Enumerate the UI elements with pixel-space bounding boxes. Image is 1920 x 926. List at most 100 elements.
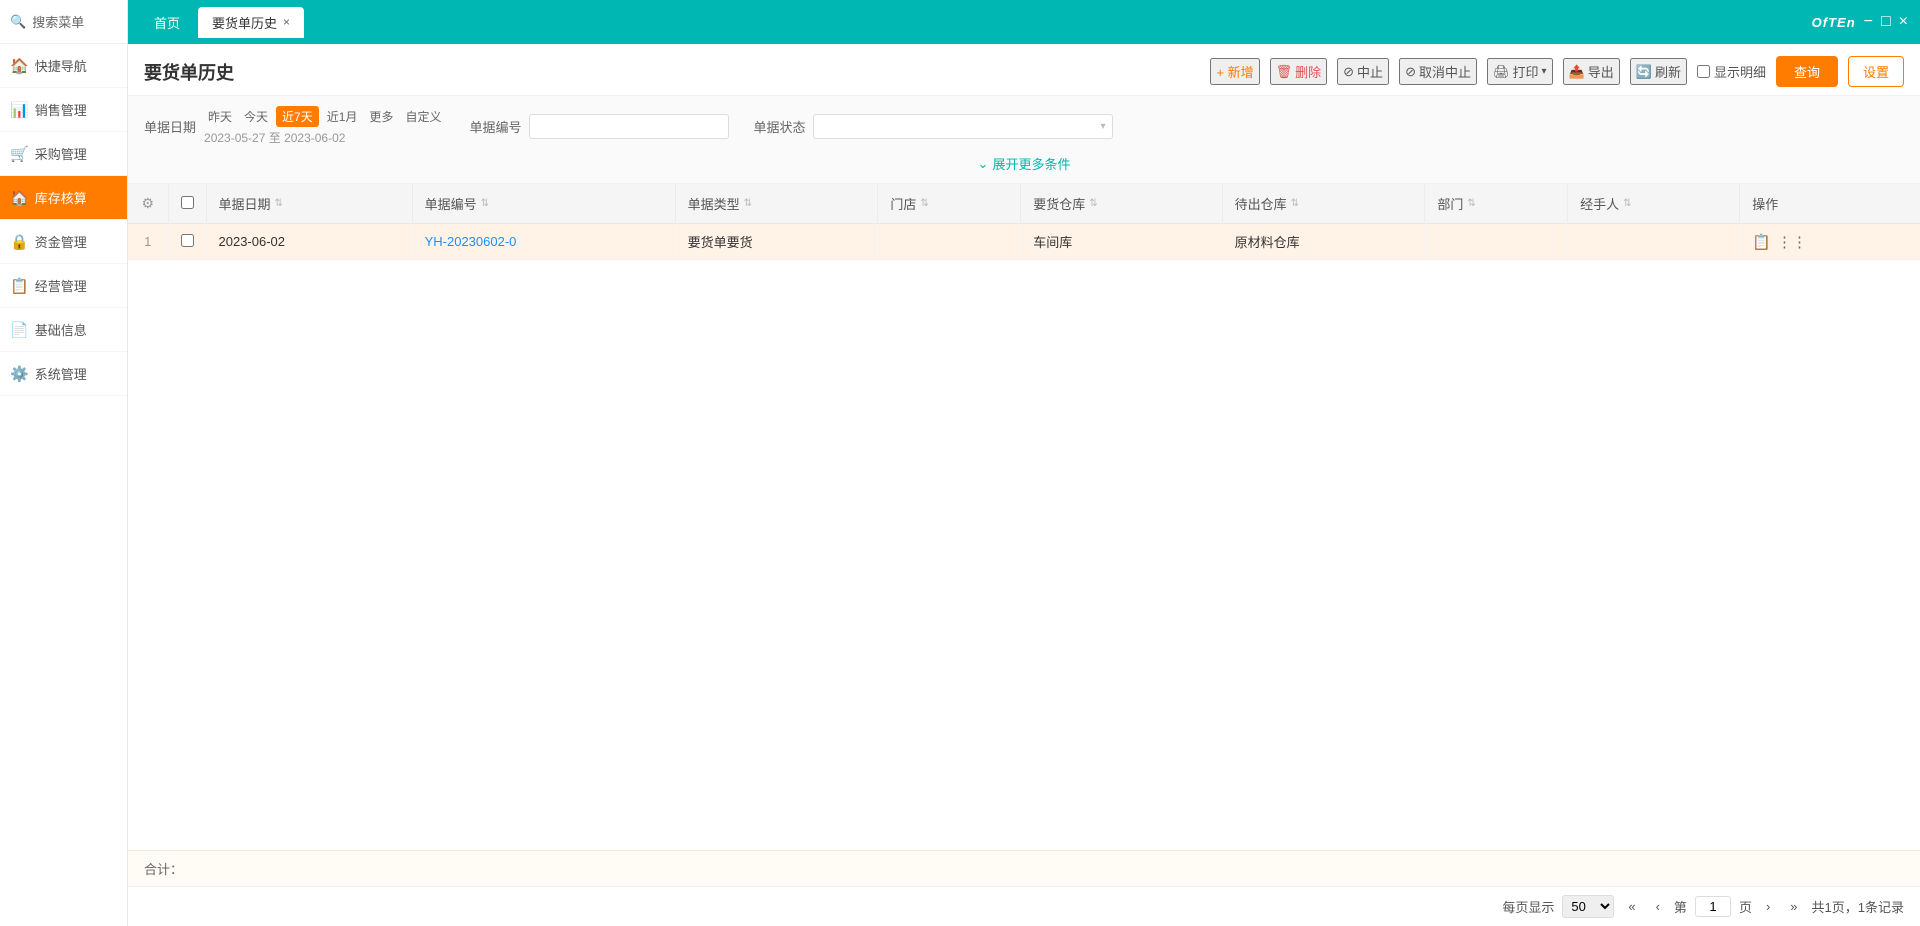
delete-icon: 🗑 xyxy=(1276,64,1293,80)
sidebar-item-system[interactable]: ⚙️系统管理 xyxy=(0,352,127,396)
row-checkbox[interactable] xyxy=(181,234,194,247)
print-label: 打印 xyxy=(1513,62,1539,81)
inventory-icon: 🏠 xyxy=(10,189,29,207)
page-header: 要货单历史 + 新增 🗑 删除 ⊘ 中止 ⊘ 取消中止 🖨 打印 xyxy=(128,44,1920,96)
tab-active[interactable]: 要货单历史 × xyxy=(198,7,304,38)
filter-bar: 单据日期 昨天今天近7天近1月更多自定义 2023-05-27 至 2023-0… xyxy=(128,96,1920,184)
date-shortcut-近1月[interactable]: 近1月 xyxy=(323,106,362,127)
purchase-icon: 🛒 xyxy=(10,145,29,163)
order-no-input[interactable] xyxy=(529,114,729,139)
delete-button[interactable]: 🗑 删除 xyxy=(1270,58,1328,85)
shortcuts-icon: 🏠 xyxy=(10,57,29,75)
new-button[interactable]: + 新增 xyxy=(1210,58,1259,85)
sort-req-wh-icon[interactable]: ⇅ xyxy=(1089,198,1097,209)
maximize-button[interactable]: □ xyxy=(1881,13,1891,31)
sidebar-item-finance[interactable]: 🔒资金管理 xyxy=(0,220,127,264)
status-label: 单据状态 xyxy=(753,117,805,136)
status-input[interactable] xyxy=(813,114,1113,139)
order-no-filter-group: 单据编号 xyxy=(469,114,729,139)
row-num: 1 xyxy=(128,224,168,260)
th-store: 门店⇅ xyxy=(878,184,1021,224)
first-page-btn[interactable]: « xyxy=(1622,897,1641,916)
th-handler: 经手人 ⇅ xyxy=(1568,184,1740,224)
sort-date-icon[interactable]: ⇅ xyxy=(275,198,283,209)
order-no-link[interactable]: YH-20230602-0 xyxy=(425,234,517,249)
table-header-row: ⚙ 单据日期⇅ 单据编号⇅ 单据类型⇅ 门店⇅ 要货仓库⇅ 待出仓库⇅ 部门⇅ … xyxy=(128,184,1920,224)
sort-type-icon[interactable]: ⇅ xyxy=(744,198,752,209)
page-content: 要货单历史 + 新增 🗑 删除 ⊘ 中止 ⊘ 取消中止 🖨 打印 xyxy=(128,44,1920,926)
sort-dept-icon[interactable]: ⇅ xyxy=(1467,198,1475,209)
date-shortcut-昨天[interactable]: 昨天 xyxy=(204,106,236,127)
date-filter-label: 单据日期 xyxy=(144,117,196,136)
date-shortcut-今天[interactable]: 今天 xyxy=(240,106,272,127)
th-no: 单据编号⇅ xyxy=(412,184,675,224)
tab-close-icon[interactable]: × xyxy=(283,15,290,29)
display-detail-label: 显示明细 xyxy=(1714,62,1766,81)
total-text: 共1页，1条记录 xyxy=(1812,897,1904,916)
refresh-label: 刷新 xyxy=(1655,62,1681,81)
sidebar-search[interactable]: 🔍 搜索菜单 xyxy=(0,0,127,44)
display-detail-input[interactable] xyxy=(1697,65,1710,78)
row-more-btn[interactable]: ⋮⋮ xyxy=(1777,233,1807,251)
print-button[interactable]: 🖨 打印 ▾ xyxy=(1487,58,1553,85)
setting-button[interactable]: 设置 xyxy=(1848,56,1904,87)
page-label: 第 xyxy=(1674,897,1687,916)
sort-store-icon[interactable]: ⇅ xyxy=(920,198,928,209)
brand-logo: OfTEn xyxy=(1812,15,1856,30)
expand-label: 展开更多条件 xyxy=(992,154,1070,173)
print-icon: 🖨 xyxy=(1493,64,1510,80)
prev-page-btn[interactable]: ‹ xyxy=(1650,897,1666,916)
cell-handler xyxy=(1568,224,1740,260)
date-shortcut-近7天[interactable]: 近7天 xyxy=(276,106,319,127)
page-num-input[interactable] xyxy=(1695,896,1731,917)
pagination-bar: 每页显示 2050100200 « ‹ 第 页 › » 共1页，1条记录 xyxy=(128,886,1920,926)
sort-no-icon[interactable]: ⇅ xyxy=(481,198,489,209)
sidebar-item-label: 库存核算 xyxy=(35,188,87,207)
sort-pend-wh-icon[interactable]: ⇅ xyxy=(1291,198,1299,209)
sort-handler-icon[interactable]: ⇅ xyxy=(1623,198,1631,209)
minimize-button[interactable]: − xyxy=(1864,13,1873,31)
query-button[interactable]: 查询 xyxy=(1776,56,1838,87)
sidebar: 🔍 搜索菜单 🏠快捷导航📊销售管理 🛒 采购管理 🏠 库存核算 🔒资金管理📋经营管理📄基础… xyxy=(0,0,128,926)
sidebar-item-operations[interactable]: 📋经营管理 xyxy=(0,264,127,308)
last-page-btn[interactable]: » xyxy=(1784,897,1803,916)
date-shortcut-更多[interactable]: 更多 xyxy=(365,106,397,127)
stop-icon: ⊘ xyxy=(1343,64,1354,80)
sidebar-item-label: 采购管理 xyxy=(35,144,87,163)
footer-total-label: 合计： xyxy=(144,862,183,877)
sidebar-item-sales[interactable]: 📊销售管理 xyxy=(0,88,127,132)
sidebar-item-purchase[interactable]: 🛒 采购管理 xyxy=(0,132,127,176)
filter-row: 单据日期 昨天今天近7天近1月更多自定义 2023-05-27 至 2023-0… xyxy=(144,106,1904,146)
stop-button[interactable]: ⊘ 中止 xyxy=(1337,58,1389,85)
sidebar-item-shortcuts[interactable]: 🏠快捷导航 xyxy=(0,44,127,88)
stop-label: 中止 xyxy=(1357,62,1383,81)
sidebar-item-basic[interactable]: 📄基础信息 xyxy=(0,308,127,352)
per-page-label: 每页显示 xyxy=(1502,897,1554,916)
table-row: 1 2023-06-02 YH-20230602-0 要货单要货 车间库 原材料… xyxy=(128,224,1920,260)
sidebar-item-inventory[interactable]: 🏠 库存核算 xyxy=(0,176,127,220)
cancel-stop-button[interactable]: ⊘ 取消中止 xyxy=(1399,58,1477,85)
basic-icon: 📄 xyxy=(10,321,29,339)
th-settings: ⚙ xyxy=(128,184,168,224)
refresh-button[interactable]: 🔄 刷新 xyxy=(1630,58,1687,85)
system-icon: ⚙️ xyxy=(10,365,29,383)
next-page-btn[interactable]: › xyxy=(1760,897,1776,916)
per-page-select[interactable]: 2050100200 xyxy=(1562,895,1614,918)
toolbar: + 新增 🗑 删除 ⊘ 中止 ⊘ 取消中止 🖨 打印 ▾ xyxy=(1210,56,1904,87)
th-department: 部门⇅ xyxy=(1425,184,1568,224)
cell-department xyxy=(1425,224,1568,260)
select-all-checkbox[interactable] xyxy=(181,196,194,209)
date-shortcut-自定义[interactable]: 自定义 xyxy=(401,106,445,127)
close-window-button[interactable]: × xyxy=(1899,13,1908,31)
export-button[interactable]: 📤 导出 xyxy=(1563,58,1620,85)
col-handler-label: 经手人 xyxy=(1580,194,1619,213)
tab-home[interactable]: 首页 xyxy=(140,7,194,38)
display-detail-checkbox[interactable]: 显示明细 xyxy=(1697,62,1766,81)
row-edit-btn[interactable]: 📋 xyxy=(1752,233,1771,251)
col-req-wh-label: 要货仓库 xyxy=(1033,194,1085,213)
table-settings-icon[interactable]: ⚙ xyxy=(141,195,154,211)
expand-more-btn[interactable]: ⌄ 展开更多条件 xyxy=(144,154,1904,173)
status-dropdown-icon: ▾ xyxy=(1100,121,1105,132)
th-type: 单据类型⇅ xyxy=(675,184,878,224)
home-tab-label: 首页 xyxy=(154,13,180,32)
